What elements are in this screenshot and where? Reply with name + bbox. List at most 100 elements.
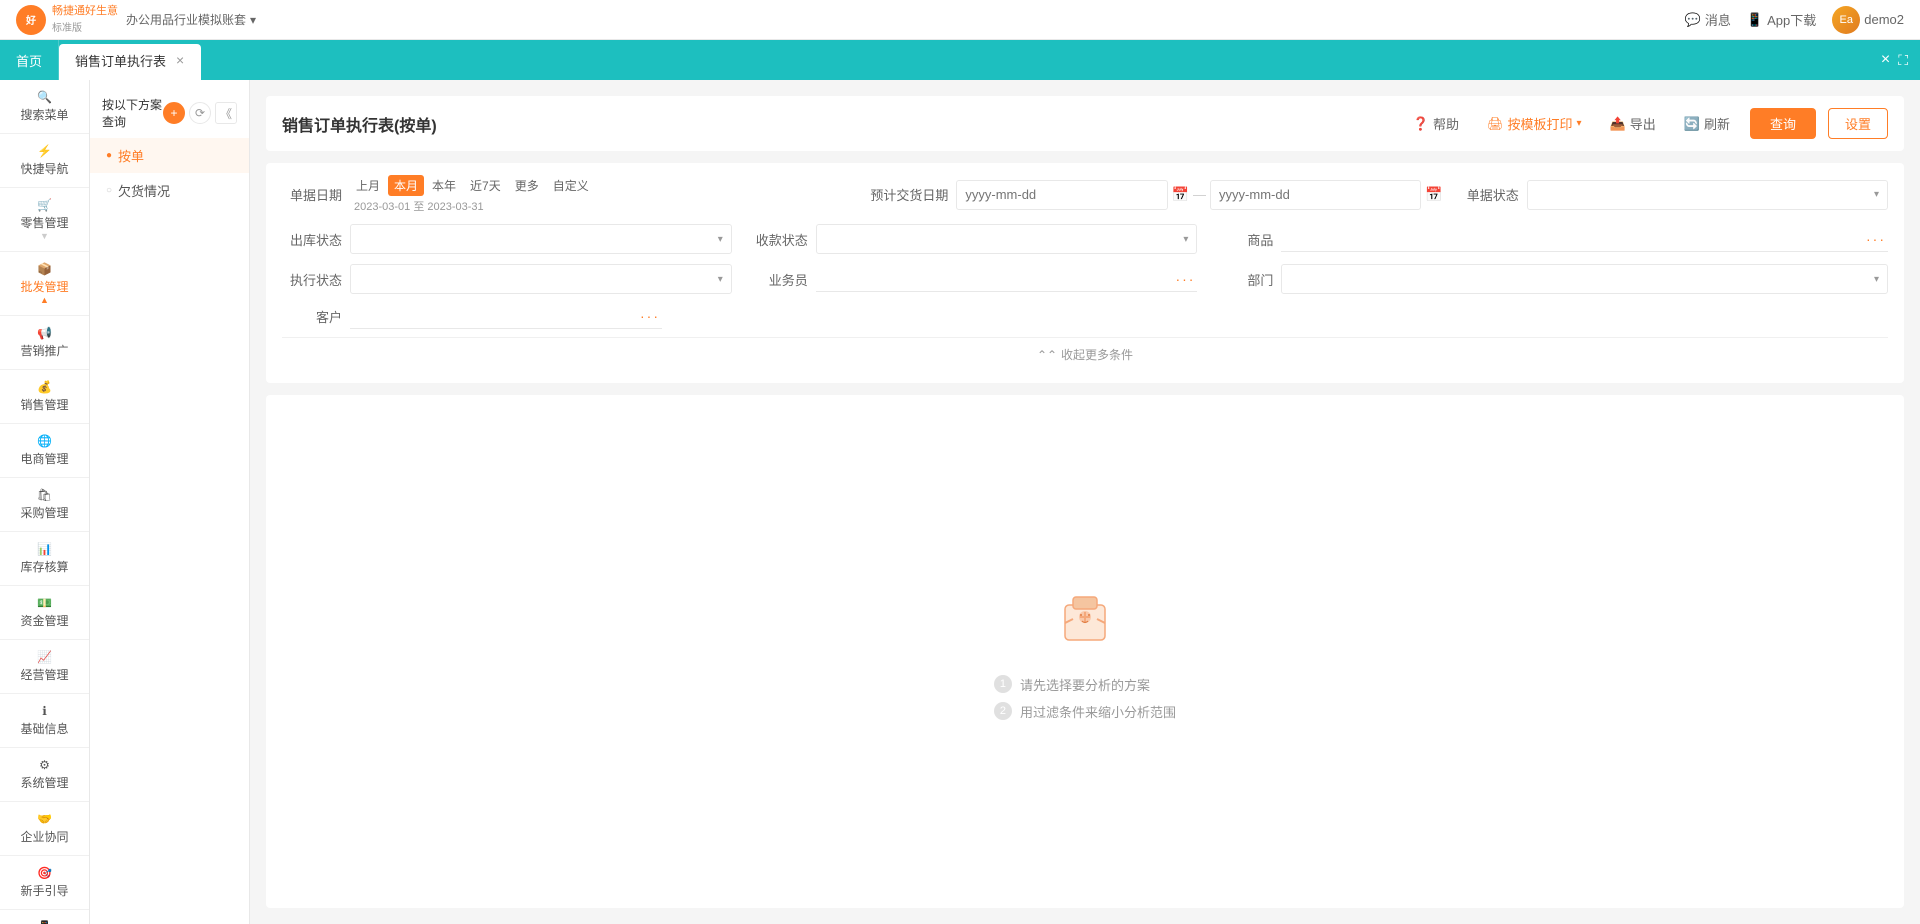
sub-sidebar-item-debt[interactable]: ○ 欠货情况	[90, 173, 249, 208]
department-field: 部门 ▾	[1213, 264, 1888, 294]
quick-nav-icon: ⚡	[37, 144, 52, 158]
preset-this-year[interactable]: 本年	[426, 175, 462, 196]
sidebar-item-system[interactable]: ⚙ 系统管理	[0, 748, 89, 802]
window-close-btn[interactable]: ×	[1881, 51, 1890, 69]
tab-close-icon[interactable]: ×	[176, 52, 184, 68]
sidebar-item-ecommerce[interactable]: 🌐 电商管理	[0, 424, 89, 478]
sidebar-item-inventory[interactable]: 📊 库存核算	[0, 532, 89, 586]
preset-7days[interactable]: 近7天	[464, 175, 507, 196]
outbound-label: 出库状态	[282, 230, 342, 249]
payment-field: 收款状态 ▾	[748, 224, 1198, 254]
collapse-more-label: 收起更多条件	[1061, 346, 1133, 363]
print-template-btn[interactable]: 🖨 按模板打印 ▾	[1479, 110, 1590, 137]
help-btn[interactable]: ❓ 帮助	[1405, 110, 1467, 137]
user-profile[interactable]: Ea demo2	[1832, 6, 1904, 34]
user-name: demo2	[1864, 12, 1904, 27]
customer-input[interactable]: ···	[350, 304, 662, 329]
sidebar-item-appstore[interactable]: 📱 应用中心	[0, 910, 89, 924]
sidebar-finance-label: 资金管理	[20, 612, 68, 629]
collapse-up-icon: ⌃⌃	[1037, 348, 1057, 362]
department-chevron-icon: ▾	[1874, 274, 1879, 285]
sidebar-ecommerce-label: 电商管理	[20, 450, 68, 467]
status-select[interactable]: ▾	[1527, 180, 1888, 210]
preset-custom[interactable]: 自定义	[547, 175, 595, 196]
preset-last-month[interactable]: 上月	[350, 175, 386, 196]
salesperson-field: 业务员 ···	[748, 267, 1198, 292]
delivery-date-start[interactable]	[956, 180, 1167, 210]
tab-sales-order-label: 销售订单执行表	[75, 51, 166, 70]
sub-sidebar-item-order[interactable]: ● 按单	[90, 138, 249, 173]
avatar: Ea	[1832, 6, 1860, 34]
tab-home[interactable]: 首页	[0, 40, 59, 80]
sidebar-item-search[interactable]: 🔍 搜索菜单	[0, 80, 89, 134]
message-btn[interactable]: 💬 消息	[1685, 10, 1731, 29]
sidebar-item-quick-nav[interactable]: ⚡ 快捷导航	[0, 134, 89, 188]
salesperson-input[interactable]: ···	[816, 267, 1198, 292]
logo-line1: 畅捷通好生意	[52, 5, 118, 18]
salesperson-dots-btn[interactable]: ···	[1175, 271, 1195, 287]
app-download-icon: 📱	[1747, 12, 1763, 28]
page-actions: ❓ 帮助 🖨 按模板打印 ▾ 📤 导出 🔄 刷新	[1405, 108, 1888, 139]
sidebar: 🔍 搜索菜单 ⚡ 快捷导航 🛒 零售管理 ▼ 📦 批发管理 ▲ 📢 营销推广 💰…	[0, 80, 90, 924]
sidebar-item-marketing[interactable]: 📢 营销推广	[0, 316, 89, 370]
settings-btn[interactable]: 设置	[1828, 108, 1888, 139]
goods-field: 商品 ···	[1213, 227, 1888, 252]
sidebar-item-basic[interactable]: ℹ 基础信息	[0, 694, 89, 748]
sidebar-item-enterprise[interactable]: 🤝 企业协同	[0, 802, 89, 856]
window-controls: × ⛶	[1869, 40, 1920, 80]
goods-dots-btn[interactable]: ···	[1866, 231, 1886, 247]
sidebar-retail-label: 零售管理	[20, 214, 68, 231]
search-icon: 🔍	[37, 90, 52, 104]
sidebar-item-wholesale[interactable]: 📦 批发管理 ▲	[0, 252, 89, 316]
payment-label: 收款状态	[748, 230, 808, 249]
department-select[interactable]: ▾	[1281, 264, 1888, 294]
cal-icon-start[interactable]: 📅	[1172, 186, 1189, 203]
window-maximize-btn[interactable]: ⛶	[1898, 52, 1908, 69]
sidebar-purchase-label: 采购管理	[20, 504, 68, 521]
cal-icon-end[interactable]: 📅	[1425, 186, 1442, 203]
preset-more[interactable]: 更多	[509, 175, 545, 196]
outbound-chevron-icon: ▾	[718, 234, 723, 245]
step-1-text: 请先选择要分析的方案	[1020, 675, 1150, 694]
tab-home-label: 首页	[16, 51, 42, 70]
refresh-btn[interactable]: 🔄 刷新	[1676, 110, 1738, 137]
sidebar-basic-label: 基础信息	[20, 720, 68, 737]
debt-icon: ○	[106, 185, 112, 196]
breadcrumb[interactable]: 办公用品行业模拟账套 ▾	[126, 11, 256, 28]
execution-field: 执行状态 ▾	[282, 264, 732, 294]
preset-this-month[interactable]: 本月	[388, 175, 424, 196]
step-num-1: 1	[994, 675, 1012, 693]
sidebar-item-retail[interactable]: 🛒 零售管理 ▼	[0, 188, 89, 252]
sales-icon: 💰	[37, 380, 52, 394]
wholesale-chevron: ▲	[40, 295, 49, 305]
sidebar-item-newbie[interactable]: 🎯 新手引导	[0, 856, 89, 910]
breadcrumb-text: 办公用品行业模拟账套	[126, 11, 246, 28]
sidebar-item-sales[interactable]: 💰 销售管理	[0, 370, 89, 424]
customer-label: 客户	[282, 307, 342, 326]
collapse-sidebar-btn[interactable]: 《	[215, 102, 237, 124]
export-btn[interactable]: 📤 导出	[1602, 110, 1664, 137]
goods-input[interactable]: ···	[1281, 227, 1888, 252]
execution-label: 执行状态	[282, 270, 342, 289]
sidebar-newbie-label: 新手引导	[20, 882, 68, 899]
delivery-date-end[interactable]	[1210, 180, 1421, 210]
outbound-field: 出库状态 ▾	[282, 224, 732, 254]
query-btn[interactable]: 查询	[1750, 108, 1816, 139]
customer-dots-btn[interactable]: ···	[640, 308, 660, 324]
salesperson-label: 业务员	[748, 270, 808, 289]
execution-select[interactable]: ▾	[350, 264, 732, 294]
debt-label: 欠货情况	[118, 181, 170, 200]
top-bar: 好 畅捷通好生意 标准版 办公用品行业模拟账套 ▾ 💬 消息 📱 App下载 E…	[0, 0, 1920, 40]
tab-sales-order[interactable]: 销售订单执行表 ×	[59, 44, 201, 80]
payment-select[interactable]: ▾	[816, 224, 1198, 254]
refresh-scheme-btn[interactable]: ⟳	[189, 102, 211, 124]
sidebar-item-operations[interactable]: 📈 经营管理	[0, 640, 89, 694]
sidebar-item-finance[interactable]: 💵 资金管理	[0, 586, 89, 640]
add-scheme-btn[interactable]: +	[163, 102, 185, 124]
sidebar-item-purchase[interactable]: 🛍 采购管理	[0, 478, 89, 532]
page-title: 销售订单执行表(按单)	[282, 112, 437, 136]
wholesale-icon: 📦	[37, 262, 52, 276]
app-download-btn[interactable]: 📱 App下载	[1747, 10, 1816, 29]
outbound-select[interactable]: ▾	[350, 224, 732, 254]
collapse-more-btn[interactable]: ⌃⌃ 收起更多条件	[282, 337, 1888, 371]
